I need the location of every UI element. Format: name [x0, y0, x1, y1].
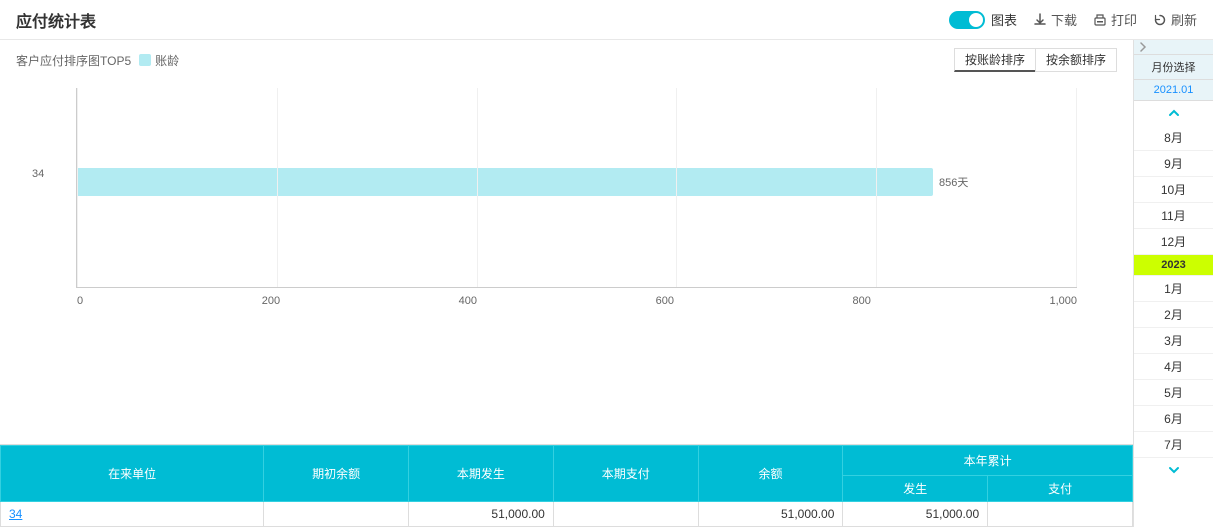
header-actions: 图表 下载 打印 刷新 [949, 10, 1197, 29]
sidebar-month-title: 月份选择 [1134, 55, 1213, 80]
sidebar-month-1[interactable]: 1月 [1134, 276, 1213, 302]
table-section: 在来单位 期初余额 本期发生 本期支付 余额 本年累计 发生 支付 [0, 444, 1133, 527]
sort-by-age-button[interactable]: 按账龄排序 [954, 48, 1035, 72]
chart-toggle-group: 图表 [949, 10, 1017, 29]
cell-ytd-occurred: 51,000.00 [843, 502, 988, 527]
download-icon [1033, 13, 1047, 27]
x-tick-2: 400 [459, 295, 477, 307]
sidebar-month-2[interactable]: 2月 [1134, 302, 1213, 328]
sort-buttons: 按账龄排序 按余额排序 [954, 48, 1117, 72]
chart-header: 客户应付排序图TOP5 账龄 按账龄排序 按余额排序 [16, 48, 1117, 72]
col-header-unit: 在来单位 [1, 446, 264, 502]
sidebar-month-6[interactable]: 6月 [1134, 406, 1213, 432]
col-header-ytd-paid: 支付 [988, 476, 1133, 502]
sidebar-month-3[interactable]: 3月 [1134, 328, 1213, 354]
x-tick-5: 1,000 [1049, 295, 1077, 307]
bar-fill-0 [77, 168, 933, 196]
sort-by-balance-button[interactable]: 按余额排序 [1035, 48, 1117, 72]
x-tick-4: 800 [853, 295, 871, 307]
sidebar-month-8[interactable]: 8月 [1134, 125, 1213, 151]
sidebar-expand-btn[interactable] [1134, 40, 1213, 55]
chart-legend: 客户应付排序图TOP5 账龄 [16, 52, 179, 69]
right-sidebar: 月份选择 2021.01 8月 9月 10月 11月 12月 2023 1月 2… [1133, 40, 1213, 527]
download-button[interactable]: 下载 [1033, 10, 1077, 29]
bar-chart-inner: 34 856天 0 200 400 600 800 [76, 88, 1077, 288]
sidebar-month-7[interactable]: 7月 [1134, 432, 1213, 458]
sidebar-month-9[interactable]: 9月 [1134, 151, 1213, 177]
cell-ytd-paid [988, 502, 1133, 527]
legend-item-age: 账龄 [139, 52, 179, 69]
table-row: 34 51,000.00 51,000.00 51,000.00 [1, 502, 1133, 527]
page-title: 应付统计表 [16, 8, 96, 32]
legend-color-age [139, 54, 151, 66]
x-axis: 0 200 400 600 800 1,000 [77, 295, 1077, 307]
sidebar-up-arrow[interactable] [1134, 101, 1213, 125]
sidebar-year-2023[interactable]: 2023 [1134, 255, 1213, 276]
sidebar-month-4[interactable]: 4月 [1134, 354, 1213, 380]
col-header-paid: 本期支付 [553, 446, 698, 502]
app-container: 应付统计表 图表 下载 打印 刷新 [0, 0, 1213, 527]
col-header-opening: 期初余额 [264, 446, 409, 502]
bar-end-label-0: 856天 [939, 174, 968, 190]
sidebar-month-12[interactable]: 12月 [1134, 229, 1213, 255]
cell-opening [264, 502, 409, 527]
col-header-balance: 余额 [698, 446, 843, 502]
sidebar-current-value[interactable]: 2021.01 [1134, 80, 1213, 101]
refresh-button[interactable]: 刷新 [1153, 10, 1197, 29]
cell-paid [553, 502, 698, 527]
col-header-occurred: 本期发生 [409, 446, 554, 502]
x-tick-3: 600 [656, 295, 674, 307]
sidebar-month-11[interactable]: 11月 [1134, 203, 1213, 229]
sidebar-month-5[interactable]: 5月 [1134, 380, 1213, 406]
chevron-down-icon [1166, 462, 1182, 478]
cell-occurred: 51,000.00 [409, 502, 554, 527]
bar-chart: 34 856天 0 200 400 600 800 [16, 78, 1117, 318]
chevron-right-icon [1138, 40, 1148, 54]
sidebar-down-arrow[interactable] [1134, 458, 1213, 482]
col-header-ytd-occurred: 发生 [843, 476, 988, 502]
chevron-up-icon [1166, 105, 1182, 121]
cell-unit[interactable]: 34 [1, 502, 264, 527]
refresh-icon [1153, 13, 1167, 27]
legend-label-age: 账龄 [155, 52, 179, 69]
chart-legend-title: 客户应付排序图TOP5 [16, 52, 131, 69]
x-tick-1: 200 [262, 295, 280, 307]
print-button[interactable]: 打印 [1093, 10, 1137, 29]
cell-balance: 51,000.00 [698, 502, 843, 527]
y-axis-label: 34 [32, 168, 44, 180]
sidebar-month-10[interactable]: 10月 [1134, 177, 1213, 203]
header: 应付统计表 图表 下载 打印 刷新 [0, 0, 1213, 40]
col-header-ytd: 本年累计 [843, 446, 1133, 476]
table-header-row-1: 在来单位 期初余额 本期发生 本期支付 余额 本年累计 [1, 446, 1133, 476]
bar-row-0: 856天 [77, 168, 1077, 196]
chart-section: 客户应付排序图TOP5 账龄 按账龄排序 按余额排序 [0, 40, 1133, 444]
chart-toggle[interactable] [949, 11, 985, 29]
print-icon [1093, 13, 1107, 27]
x-tick-0: 0 [77, 295, 83, 307]
main-content: 客户应付排序图TOP5 账龄 按账龄排序 按余额排序 [0, 40, 1213, 527]
chart-toggle-label: 图表 [991, 10, 1017, 29]
data-table: 在来单位 期初余额 本期发生 本期支付 余额 本年累计 发生 支付 [0, 445, 1133, 527]
chart-table-area: 客户应付排序图TOP5 账龄 按账龄排序 按余额排序 [0, 40, 1133, 527]
table-body: 34 51,000.00 51,000.00 51,000.00 [1, 502, 1133, 527]
